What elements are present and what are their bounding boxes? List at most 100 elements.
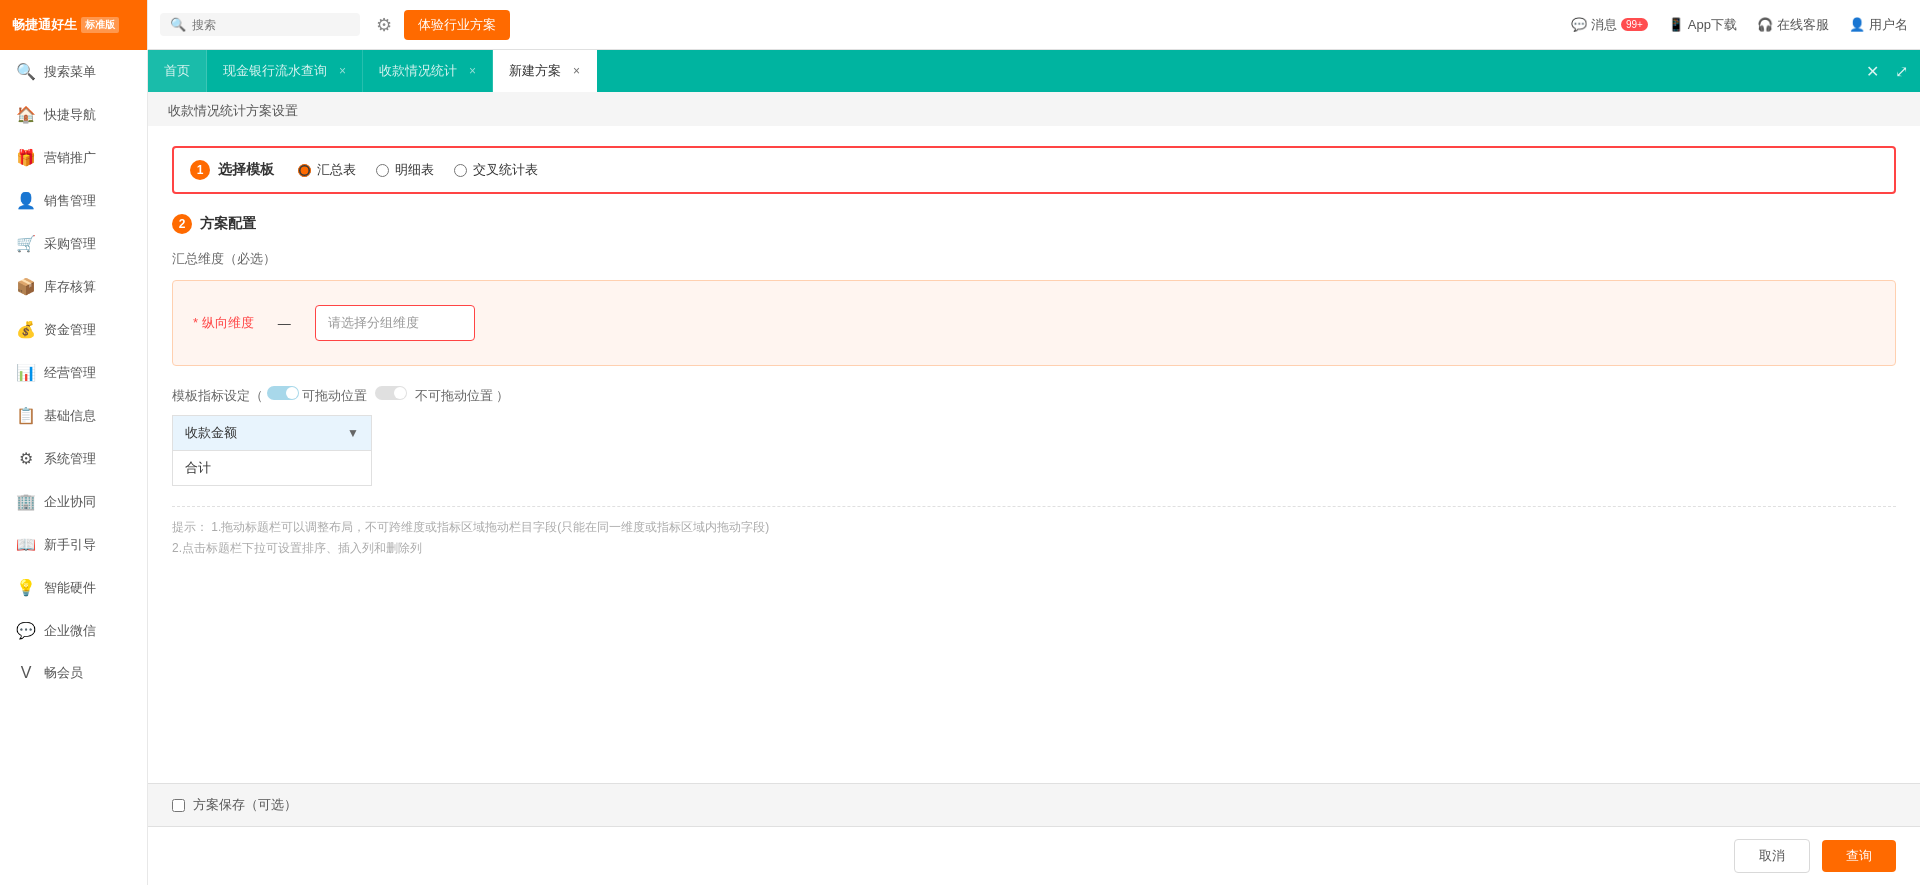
sidebar-item-finance[interactable]: 💰 资金管理 bbox=[0, 308, 147, 351]
tab-receipt-stats[interactable]: 收款情况统计 × bbox=[363, 50, 493, 92]
tab-bank-flow-close[interactable]: × bbox=[339, 64, 346, 78]
search-input[interactable] bbox=[192, 18, 350, 32]
download-item[interactable]: 📱 App下载 bbox=[1668, 16, 1737, 34]
clipboard-icon: 📋 bbox=[16, 406, 36, 425]
logo-text: 畅捷通好生 bbox=[12, 16, 77, 34]
gift-icon: 🎁 bbox=[16, 148, 36, 167]
notification-item[interactable]: 💬 消息 99+ bbox=[1571, 16, 1648, 34]
content-area: 收款情况统计方案设置 1 选择模板 汇总表 bbox=[148, 92, 1920, 885]
cancel-button[interactable]: 取消 bbox=[1734, 839, 1810, 873]
sidebar-logo: 畅捷通好生 标准版 bbox=[0, 0, 147, 50]
member-icon: V bbox=[16, 664, 36, 682]
sidebar-item-smart-hw[interactable]: 💡 智能硬件 bbox=[0, 566, 147, 609]
radio-cross[interactable]: 交叉统计表 bbox=[454, 161, 538, 179]
radio-summary[interactable]: 汇总表 bbox=[298, 161, 356, 179]
radio-cross-input[interactable] bbox=[454, 164, 467, 177]
query-button[interactable]: 查询 bbox=[1822, 840, 1896, 872]
dim-select[interactable]: 请选择分组维度 bbox=[315, 305, 475, 341]
service-item[interactable]: 🎧 在线客服 bbox=[1757, 16, 1829, 34]
box-icon: 📦 bbox=[16, 277, 36, 296]
tabbar: 首页 现金银行流水查询 × 收款情况统计 × 新建方案 × ✕ ⤢ bbox=[148, 50, 1920, 92]
search-icon: 🔍 bbox=[170, 17, 186, 32]
message-icon: 💬 bbox=[1571, 17, 1587, 32]
hint-1: 提示： 1.拖动标题栏可以调整布局，不可跨维度或指标区域拖动栏目字段(只能在同一… bbox=[172, 519, 1896, 536]
page-header: 收款情况统计方案设置 bbox=[148, 92, 1920, 126]
sidebar-item-guide[interactable]: 📖 新手引导 bbox=[0, 523, 147, 566]
sidebar-item-label: 库存核算 bbox=[44, 278, 96, 296]
radio-summary-label: 汇总表 bbox=[317, 161, 356, 179]
close-window-icon[interactable]: ✕ bbox=[1862, 58, 1883, 85]
sidebar-item-basic-info[interactable]: 📋 基础信息 bbox=[0, 394, 147, 437]
bulb-icon: 💡 bbox=[16, 578, 36, 597]
sidebar-item-label: 搜索菜单 bbox=[44, 63, 96, 81]
cart-icon: 🛒 bbox=[16, 234, 36, 253]
gear-icon[interactable]: ⚙ bbox=[376, 14, 392, 36]
home-icon: 🏠 bbox=[16, 105, 36, 124]
form-card: 1 选择模板 汇总表 明细表 bbox=[148, 126, 1920, 783]
sidebar-item-purchase[interactable]: 🛒 采购管理 bbox=[0, 222, 147, 265]
dim-label: 汇总维度（必选） bbox=[172, 250, 1896, 268]
metrics-header-text: 模板指标设定（ 可拖动位置 bbox=[172, 386, 509, 405]
metrics-table-row: 合计 bbox=[173, 451, 371, 485]
trial-button[interactable]: 体验行业方案 bbox=[404, 10, 510, 40]
tab-home-label: 首页 bbox=[164, 62, 190, 80]
topbar-right: 💬 消息 99+ 📱 App下载 🎧 在线客服 👤 用户名 bbox=[1571, 16, 1908, 34]
user-avatar: 👤 bbox=[1849, 17, 1865, 32]
radio-summary-input[interactable] bbox=[298, 164, 311, 177]
sidebar-item-label: 企业协同 bbox=[44, 493, 96, 511]
sidebar-item-member[interactable]: V 畅会员 bbox=[0, 652, 147, 694]
user-item[interactable]: 👤 用户名 bbox=[1849, 16, 1908, 34]
section2-header: 2 方案配置 bbox=[172, 214, 1896, 234]
money-icon: 💰 bbox=[16, 320, 36, 339]
settings-icon: ⚙ bbox=[16, 449, 36, 468]
save-plan-checkbox[interactable] bbox=[172, 799, 185, 812]
tab-new-plan[interactable]: 新建方案 × bbox=[493, 50, 597, 92]
metrics-section: 模板指标设定（ 可拖动位置 bbox=[172, 386, 1896, 486]
notification-badge: 99+ bbox=[1621, 18, 1648, 31]
sidebar-item-label: 资金管理 bbox=[44, 321, 96, 339]
metrics-nodrag-label: 不可拖动位置 bbox=[415, 388, 493, 403]
sidebar-item-label: 企业微信 bbox=[44, 622, 96, 640]
sidebar-item-label: 销售管理 bbox=[44, 192, 96, 210]
headset-icon: 🎧 bbox=[1757, 17, 1773, 32]
sidebar-item-system[interactable]: ⚙ 系统管理 bbox=[0, 437, 147, 480]
tab-new-plan-close[interactable]: × bbox=[573, 64, 580, 78]
tab-bank-flow[interactable]: 现金银行流水查询 × bbox=[207, 50, 363, 92]
sidebar-item-operations[interactable]: 📊 经营管理 bbox=[0, 351, 147, 394]
maximize-icon[interactable]: ⤢ bbox=[1891, 58, 1912, 85]
book-icon: 📖 bbox=[16, 535, 36, 554]
building-icon: 🏢 bbox=[16, 492, 36, 511]
radio-cross-label: 交叉统计表 bbox=[473, 161, 538, 179]
dim-placeholder: 请选择分组维度 bbox=[328, 315, 419, 330]
save-plan-label[interactable]: 方案保存（可选） bbox=[193, 796, 297, 814]
sidebar-item-sales[interactable]: 👤 销售管理 bbox=[0, 179, 147, 222]
bottom-section: 方案保存（可选） bbox=[148, 783, 1920, 826]
footer-bar: 取消 查询 bbox=[148, 826, 1920, 885]
tab-home[interactable]: 首页 bbox=[148, 50, 207, 92]
dimension-area: * 纵向维度 — 请选择分组维度 bbox=[172, 280, 1896, 366]
sidebar-item-label: 营销推广 bbox=[44, 149, 96, 167]
sidebar-item-marketing[interactable]: 🎁 营销推广 bbox=[0, 136, 147, 179]
radio-detail-input[interactable] bbox=[376, 164, 389, 177]
sidebar-item-wechat[interactable]: 💬 企业微信 bbox=[0, 609, 147, 652]
metrics-row-cell: 合计 bbox=[185, 460, 211, 475]
section1-header: 1 选择模板 bbox=[190, 160, 274, 180]
sidebar-item-search-menu[interactable]: 🔍 搜索菜单 bbox=[0, 50, 147, 93]
sidebar-item-label: 经营管理 bbox=[44, 364, 96, 382]
sidebar-item-inventory[interactable]: 📦 库存核算 bbox=[0, 265, 147, 308]
vertical-dim-label: * 纵向维度 bbox=[193, 314, 254, 332]
sidebar: 畅捷通好生 标准版 🔍 搜索菜单 🏠 快捷导航 🎁 营销推广 👤 销售管理 🛒 … bbox=[0, 0, 148, 885]
radio-detail[interactable]: 明细表 bbox=[376, 161, 434, 179]
sidebar-item-label: 基础信息 bbox=[44, 407, 96, 425]
topbar: 🔍 ⚙ 体验行业方案 💬 消息 99+ 📱 App下载 🎧 在线客服 👤 用户名 bbox=[148, 0, 1920, 50]
sidebar-item-label: 智能硬件 bbox=[44, 579, 96, 597]
download-icon: 📱 bbox=[1668, 17, 1684, 32]
section1-title: 选择模板 bbox=[218, 161, 274, 179]
tab-receipt-stats-close[interactable]: × bbox=[469, 64, 476, 78]
sidebar-item-enterprise[interactable]: 🏢 企业协同 bbox=[0, 480, 147, 523]
template-section: 1 选择模板 汇总表 明细表 bbox=[172, 146, 1896, 194]
sidebar-item-quick-nav[interactable]: 🏠 快捷导航 bbox=[0, 93, 147, 136]
topbar-search-box[interactable]: 🔍 bbox=[160, 13, 360, 36]
metrics-table-header[interactable]: 收款金额 ▼ bbox=[173, 416, 371, 451]
main-area: 🔍 ⚙ 体验行业方案 💬 消息 99+ 📱 App下载 🎧 在线客服 👤 用户名 bbox=[148, 0, 1920, 885]
